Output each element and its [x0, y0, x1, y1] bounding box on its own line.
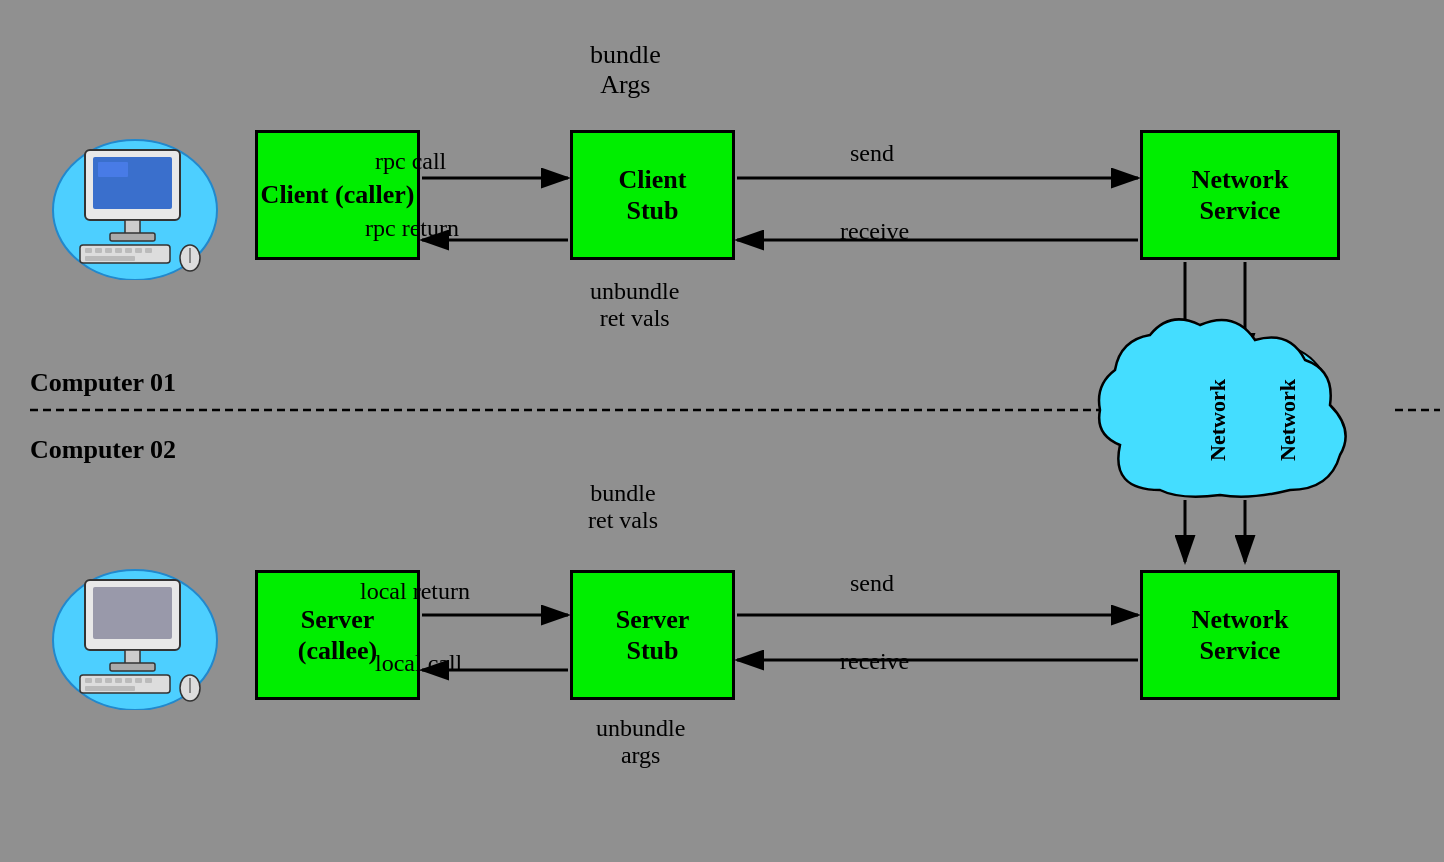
svg-text:Network: Network: [1275, 378, 1300, 461]
rpc-call-label: rpc call: [375, 148, 446, 175]
svg-rect-23: [85, 248, 92, 253]
svg-rect-39: [85, 678, 92, 683]
svg-rect-25: [105, 248, 112, 253]
client-stub-box: ClientStub: [570, 130, 735, 260]
send-bottom-label: send: [850, 570, 894, 597]
unbundle-args-bottom-label: unbundleargs: [596, 715, 685, 769]
svg-rect-30: [85, 256, 135, 261]
svg-rect-45: [145, 678, 152, 683]
svg-rect-19: [98, 162, 128, 177]
diagram: Client (caller) ClientStub NetworkServic…: [0, 0, 1444, 862]
local-call-label: local call: [375, 650, 462, 677]
local-return-label: local return: [360, 578, 470, 605]
receive-top-label: receive: [840, 218, 909, 245]
svg-rect-21: [110, 233, 155, 241]
unbundle-ret-vals-top-label: unbundleret vals: [590, 278, 679, 332]
network-service-top-box: NetworkService: [1140, 130, 1340, 260]
svg-rect-28: [135, 248, 142, 253]
receive-bottom-label: receive: [840, 648, 909, 675]
svg-rect-29: [145, 248, 152, 253]
network-cloud: Network Network: [1090, 290, 1370, 504]
svg-rect-27: [125, 248, 132, 253]
svg-rect-41: [105, 678, 112, 683]
network-service-bottom-box: NetworkService: [1140, 570, 1340, 700]
svg-text:Network: Network: [1205, 378, 1230, 461]
rpc-return-label: rpc return: [365, 215, 459, 242]
svg-rect-46: [85, 686, 135, 691]
svg-rect-37: [110, 663, 155, 671]
svg-rect-24: [95, 248, 102, 253]
computer02-label: Computer 02: [30, 435, 176, 465]
computer-icon-top: [50, 120, 220, 284]
send-top-label: send: [850, 140, 894, 167]
svg-rect-42: [115, 678, 122, 683]
svg-rect-43: [125, 678, 132, 683]
svg-rect-40: [95, 678, 102, 683]
svg-rect-44: [135, 678, 142, 683]
server-stub-box: ServerStub: [570, 570, 735, 700]
bundle-ret-vals-bottom-label: bundleret vals: [588, 480, 658, 534]
svg-rect-35: [93, 587, 172, 639]
computer01-label: Computer 01: [30, 368, 176, 398]
svg-rect-26: [115, 248, 122, 253]
computer-icon-bottom: [50, 550, 220, 714]
bundle-args-label: bundleArgs: [590, 40, 661, 100]
